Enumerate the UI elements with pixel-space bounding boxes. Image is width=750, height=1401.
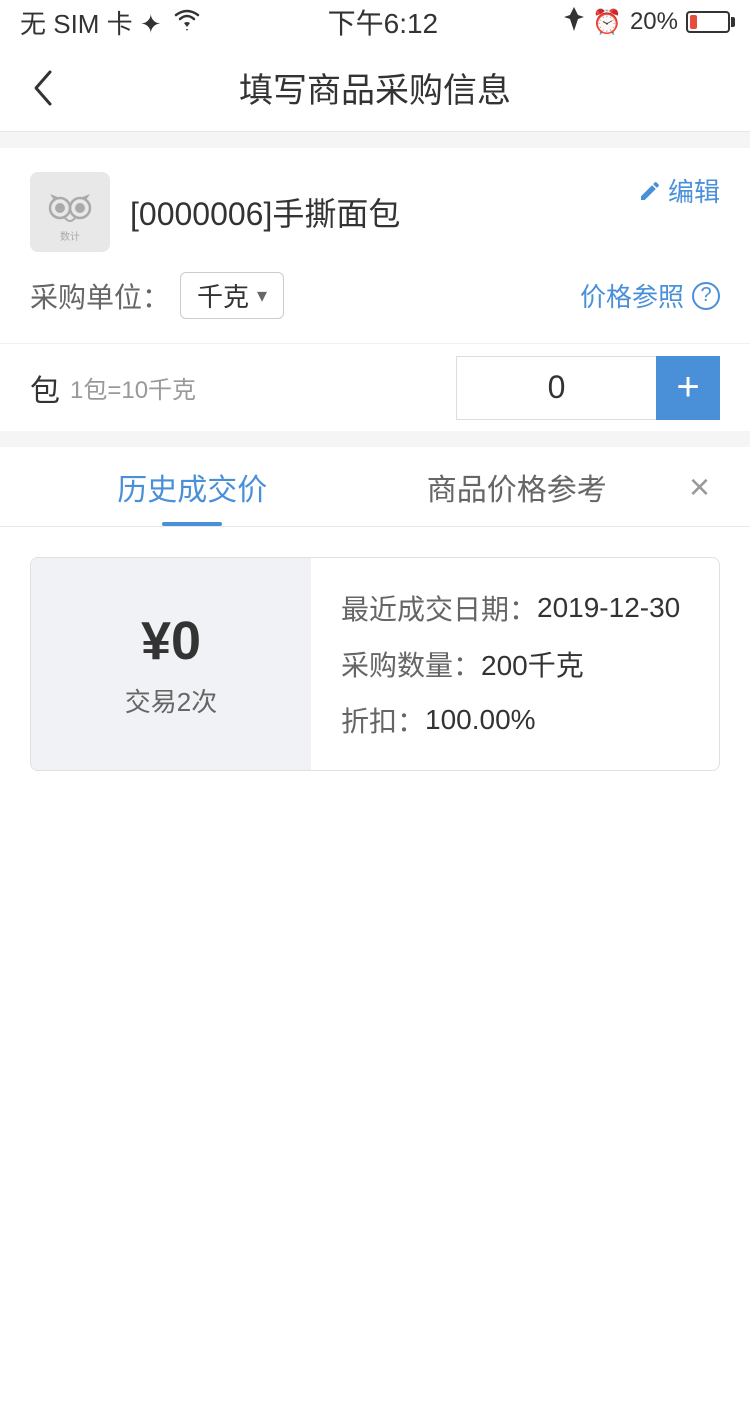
owl-logo-icon: 数计	[40, 182, 100, 242]
price-right-panel: 最近成交日期： 2019-12-30 采购数量： 200千克 折扣： 100.0…	[311, 558, 719, 770]
battery-percent: 20%	[630, 8, 678, 36]
quantity-info-value: 200千克	[481, 644, 584, 684]
tabs-header: 历史成交价 商品价格参考 ×	[0, 447, 750, 527]
edit-icon	[638, 179, 662, 203]
header: 填写商品采购信息	[0, 44, 750, 132]
status-time: 下午6:12	[328, 2, 439, 42]
status-left: 无 SIM 卡 ✦	[20, 4, 202, 41]
battery-icon	[686, 11, 730, 33]
product-left: 数计 [0000006]手撕面包	[30, 172, 400, 252]
status-right: ⏰ 20%	[564, 7, 730, 38]
price-transactions: 交易2次	[125, 682, 217, 719]
tab-price-ref-label: 商品价格参考	[427, 465, 607, 509]
discount-value: 100.00%	[425, 704, 536, 736]
tab-historical-label: 历史成交价	[117, 465, 267, 509]
svg-text:数计: 数计	[60, 230, 80, 242]
unit-label: 采购单位： 千克 ▾	[30, 272, 284, 319]
quantity-plus-button[interactable]: +	[656, 356, 720, 420]
quantity-info-label: 采购数量：	[341, 644, 481, 684]
tab-active-indicator	[162, 522, 222, 526]
product-name: [0000006]手撕面包	[130, 189, 400, 235]
price-card: ¥0 交易2次 最近成交日期： 2019-12-30 采购数量： 200千克 折…	[30, 557, 720, 771]
dropdown-arrow-icon: ▾	[257, 283, 267, 308]
recent-date-row: 最近成交日期： 2019-12-30	[341, 588, 689, 628]
battery-fill	[690, 15, 697, 29]
recent-date-label: 最近成交日期：	[341, 588, 537, 628]
wifi-icon	[172, 7, 202, 38]
close-button[interactable]: ×	[679, 456, 720, 518]
location-icon	[564, 7, 584, 38]
quantity-control: +	[456, 356, 720, 420]
tab-content: ¥0 交易2次 最近成交日期： 2019-12-30 采购数量： 200千克 折…	[0, 527, 750, 801]
bottom-area	[0, 801, 750, 1401]
product-logo: 数计	[30, 172, 110, 252]
unit-dropdown[interactable]: 千克 ▾	[180, 272, 284, 319]
product-section: 数计 [0000006]手撕面包 编辑 采购单位： 千克 ▾ 价格参照 ?	[0, 148, 750, 343]
sim-status: 无 SIM 卡 ✦	[20, 4, 162, 41]
status-bar: 无 SIM 卡 ✦ 下午6:12 ⏰ 20%	[0, 0, 750, 44]
recent-date-value: 2019-12-30	[537, 592, 680, 624]
quantity-row: 采购数量： 200千克	[341, 644, 689, 684]
qty-unit: 包	[30, 366, 60, 410]
edit-label: 编辑	[668, 172, 720, 209]
tabs-section: 历史成交价 商品价格参考 × ¥0 交易2次 最近成交日期： 2019-12-3…	[0, 447, 750, 801]
price-left-panel: ¥0 交易2次	[31, 558, 311, 770]
tab-product-price-reference[interactable]: 商品价格参考	[354, 447, 678, 526]
discount-label: 折扣：	[341, 700, 425, 740]
price-reference-button[interactable]: 价格参照 ?	[580, 277, 720, 314]
edit-button[interactable]: 编辑	[638, 172, 720, 209]
price-value: 0	[171, 611, 201, 671]
help-icon: ?	[692, 282, 720, 310]
back-button[interactable]	[30, 68, 54, 108]
discount-row: 折扣： 100.00%	[341, 700, 689, 740]
alarm-icon: ⏰	[592, 8, 622, 37]
unit-label-text: 采购单位：	[30, 276, 170, 316]
product-header: 数计 [0000006]手撕面包 编辑	[30, 172, 720, 252]
price-amount: ¥0	[141, 610, 201, 672]
price-ref-label: 价格参照	[580, 277, 684, 314]
quantity-label: 包 1包=10千克	[30, 366, 196, 410]
product-unit-row: 采购单位： 千克 ▾ 价格参照 ?	[30, 272, 720, 319]
unit-value: 千克	[197, 277, 249, 314]
quantity-section: 包 1包=10千克 +	[0, 343, 750, 431]
currency-symbol: ¥	[141, 611, 171, 671]
page-title: 填写商品采购信息	[239, 63, 511, 112]
quantity-input[interactable]	[456, 356, 656, 420]
qty-conversion: 1包=10千克	[70, 370, 196, 405]
tab-historical-price[interactable]: 历史成交价	[30, 447, 354, 526]
